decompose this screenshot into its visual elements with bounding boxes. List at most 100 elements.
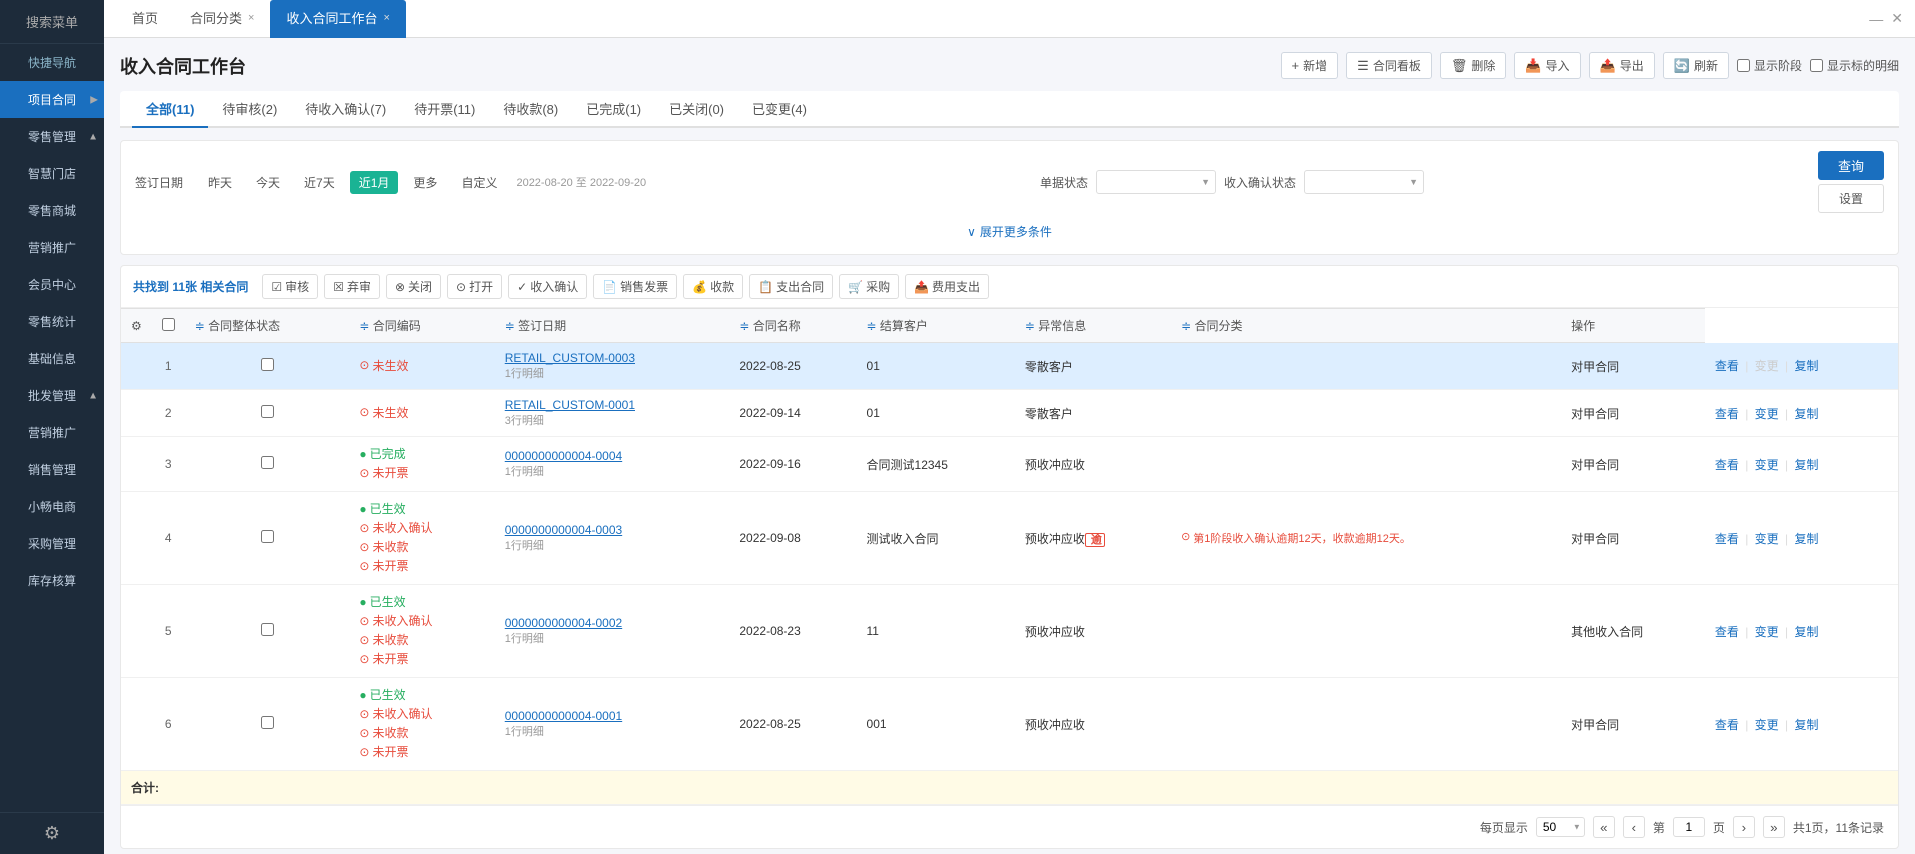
sidebar-item-marketing[interactable]: 营销推广 [0, 229, 104, 266]
sidebar-item-member-center[interactable]: 会员中心 [0, 266, 104, 303]
sub-tab-closed[interactable]: 已关闭(0) [655, 91, 738, 128]
row-checkbox[interactable] [261, 456, 274, 469]
date-btn-7days[interactable]: 近7天 [295, 171, 344, 194]
open-button[interactable]: ⊙ 打开 [447, 274, 502, 299]
contract-code-link[interactable]: RETAIL_CUSTOM-0001 [505, 398, 720, 412]
export-button[interactable]: 📤 导出 [1589, 52, 1655, 79]
select-all-checkbox[interactable] [162, 318, 175, 331]
gear-icon[interactable]: ⚙ [44, 823, 60, 844]
show-detail-checkbox-label[interactable]: 显示标的明细 [1810, 57, 1899, 74]
tab-contract-category[interactable]: 合同分类 × [174, 0, 270, 38]
sub-tab-changed[interactable]: 已变更(4) [738, 91, 821, 128]
sub-tab-completed[interactable]: 已完成(1) [572, 91, 655, 128]
sidebar-item-project-contract[interactable]: 项目合同 ▶ [0, 81, 104, 118]
sub-tab-pending-review[interactable]: 待审核(2) [208, 91, 291, 128]
prev-page-button[interactable]: ‹ [1623, 816, 1645, 838]
contract-code-link[interactable]: 0000000000004-0003 [505, 523, 720, 537]
expand-filter-button[interactable]: ∨ 展开更多条件 [959, 219, 1060, 244]
sub-tab-all[interactable]: 全部(11) [132, 91, 208, 128]
action-复制-button[interactable]: 复制 [1794, 718, 1818, 732]
query-button[interactable]: 查询 [1818, 151, 1884, 180]
action-变更-button[interactable]: 变更 [1755, 718, 1779, 732]
sub-tab-pending-invoice[interactable]: 待开票(11) [400, 91, 489, 128]
sidebar-nav-shortcut[interactable]: 快捷导航 [0, 44, 104, 81]
page-size-select[interactable]: 50 20 100 [1536, 817, 1585, 837]
action-复制-button[interactable]: 复制 [1794, 625, 1818, 639]
action-复制-button[interactable]: 复制 [1794, 532, 1818, 546]
sidebar-item-inventory[interactable]: 库存核算 [0, 562, 104, 599]
show-stages-checkbox-label[interactable]: 显示阶段 [1737, 57, 1802, 74]
contract-code-link[interactable]: 0000000000004-0004 [505, 449, 720, 463]
date-btn-custom[interactable]: 自定义 [452, 171, 506, 194]
contract-kanban-button[interactable]: ☰ 合同看板 [1346, 52, 1432, 79]
new-button[interactable]: + 新增 [1281, 52, 1339, 79]
sidebar-search[interactable]: 搜索菜单 [0, 0, 104, 44]
income-confirm-button[interactable]: ✓ 收入确认 [508, 274, 587, 299]
action-复制-button[interactable]: 复制 [1794, 407, 1818, 421]
show-detail-checkbox[interactable] [1810, 59, 1823, 72]
action-变更-button[interactable]: 变更 [1755, 532, 1779, 546]
sidebar-item-purchase-mgmt[interactable]: 采购管理 [0, 525, 104, 562]
page-number-input[interactable] [1673, 817, 1705, 837]
date-btn-yesterday[interactable]: 昨天 [199, 171, 241, 194]
action-复制-button[interactable]: 复制 [1794, 458, 1818, 472]
doc-status-select[interactable] [1096, 170, 1216, 194]
expense-contract-button[interactable]: 📋 支出合同 [749, 274, 833, 299]
tab-income-contract-workbench[interactable]: 收入合同工作台 × [270, 0, 405, 38]
row-checkbox[interactable] [261, 716, 274, 729]
receipt-confirm-select[interactable] [1304, 170, 1424, 194]
filter-settings-button[interactable]: 设置 [1818, 184, 1884, 213]
delete-button[interactable]: 🗑 删除 [1440, 52, 1507, 79]
sub-tab-pending-collection[interactable]: 待收款(8) [489, 91, 572, 128]
refresh-button[interactable]: 🔄 刷新 [1663, 52, 1729, 79]
contract-code-link[interactable]: 0000000000004-0001 [505, 709, 720, 723]
expense-output-button[interactable]: 📤 费用支出 [905, 274, 989, 299]
sidebar-item-retail-stats[interactable]: 零售统计 [0, 303, 104, 340]
tab-close-income-contract[interactable]: × [383, 12, 389, 24]
first-page-button[interactable]: « [1593, 816, 1615, 838]
collection-button[interactable]: 💰 收款 [683, 274, 743, 299]
window-minimize-icon[interactable]: — [1869, 11, 1883, 27]
next-page-button[interactable]: › [1733, 816, 1755, 838]
action-查看-button[interactable]: 查看 [1715, 718, 1739, 732]
action-查看-button[interactable]: 查看 [1715, 359, 1739, 373]
import-button[interactable]: 📥 导入 [1514, 52, 1580, 79]
action-变更-button[interactable]: 变更 [1755, 407, 1779, 421]
purchase-button[interactable]: 🛒 采购 [839, 274, 899, 299]
action-查看-button[interactable]: 查看 [1715, 532, 1739, 546]
row-category: 对甲合同 [1561, 390, 1705, 437]
sidebar-item-sales-mgmt[interactable]: 销售管理 [0, 451, 104, 488]
show-stages-checkbox[interactable] [1737, 59, 1750, 72]
sales-invoice-button[interactable]: 📄 销售发票 [593, 274, 677, 299]
sidebar-item-base-info[interactable]: 基础信息 [0, 340, 104, 377]
sidebar-item-retail-mall[interactable]: 零售商城 [0, 192, 104, 229]
tab-close-contract-category[interactable]: × [248, 12, 254, 24]
sidebar-item-wholesale-mgmt[interactable]: 批发管理 ▲ [0, 377, 104, 414]
date-btn-1month[interactable]: 近1月 [350, 171, 399, 194]
row-checkbox[interactable] [261, 530, 274, 543]
row-checkbox[interactable] [261, 623, 274, 636]
action-查看-button[interactable]: 查看 [1715, 407, 1739, 421]
window-close-icon[interactable]: ✕ [1891, 10, 1903, 27]
row-checkbox[interactable] [261, 358, 274, 371]
row-checkbox[interactable] [261, 405, 274, 418]
tab-home[interactable]: 首页 [116, 0, 174, 38]
close-button[interactable]: ⊗ 关闭 [386, 274, 441, 299]
action-变更-button[interactable]: 变更 [1755, 625, 1779, 639]
abandon-audit-button[interactable]: ☒ 弃审 [324, 274, 380, 299]
action-查看-button[interactable]: 查看 [1715, 625, 1739, 639]
sidebar-item-smart-store[interactable]: 智慧门店 [0, 155, 104, 192]
action-复制-button[interactable]: 复制 [1794, 359, 1818, 373]
last-page-button[interactable]: » [1763, 816, 1785, 838]
sidebar-item-xiao-chang-ecom[interactable]: 小畅电商 [0, 488, 104, 525]
action-查看-button[interactable]: 查看 [1715, 458, 1739, 472]
date-btn-more[interactable]: 更多 [404, 171, 446, 194]
sidebar-item-retail-mgmt[interactable]: 零售管理 ▲ [0, 118, 104, 155]
sidebar-item-marketing2[interactable]: 营销推广 [0, 414, 104, 451]
sub-tab-pending-income-confirm[interactable]: 待收入确认(7) [291, 91, 400, 128]
contract-code-link[interactable]: 0000000000004-0002 [505, 616, 720, 630]
action-变更-button[interactable]: 变更 [1755, 458, 1779, 472]
audit-button[interactable]: ☑ 审核 [262, 274, 318, 299]
date-btn-today[interactable]: 今天 [247, 171, 289, 194]
contract-code-link[interactable]: RETAIL_CUSTOM-0003 [505, 351, 720, 365]
